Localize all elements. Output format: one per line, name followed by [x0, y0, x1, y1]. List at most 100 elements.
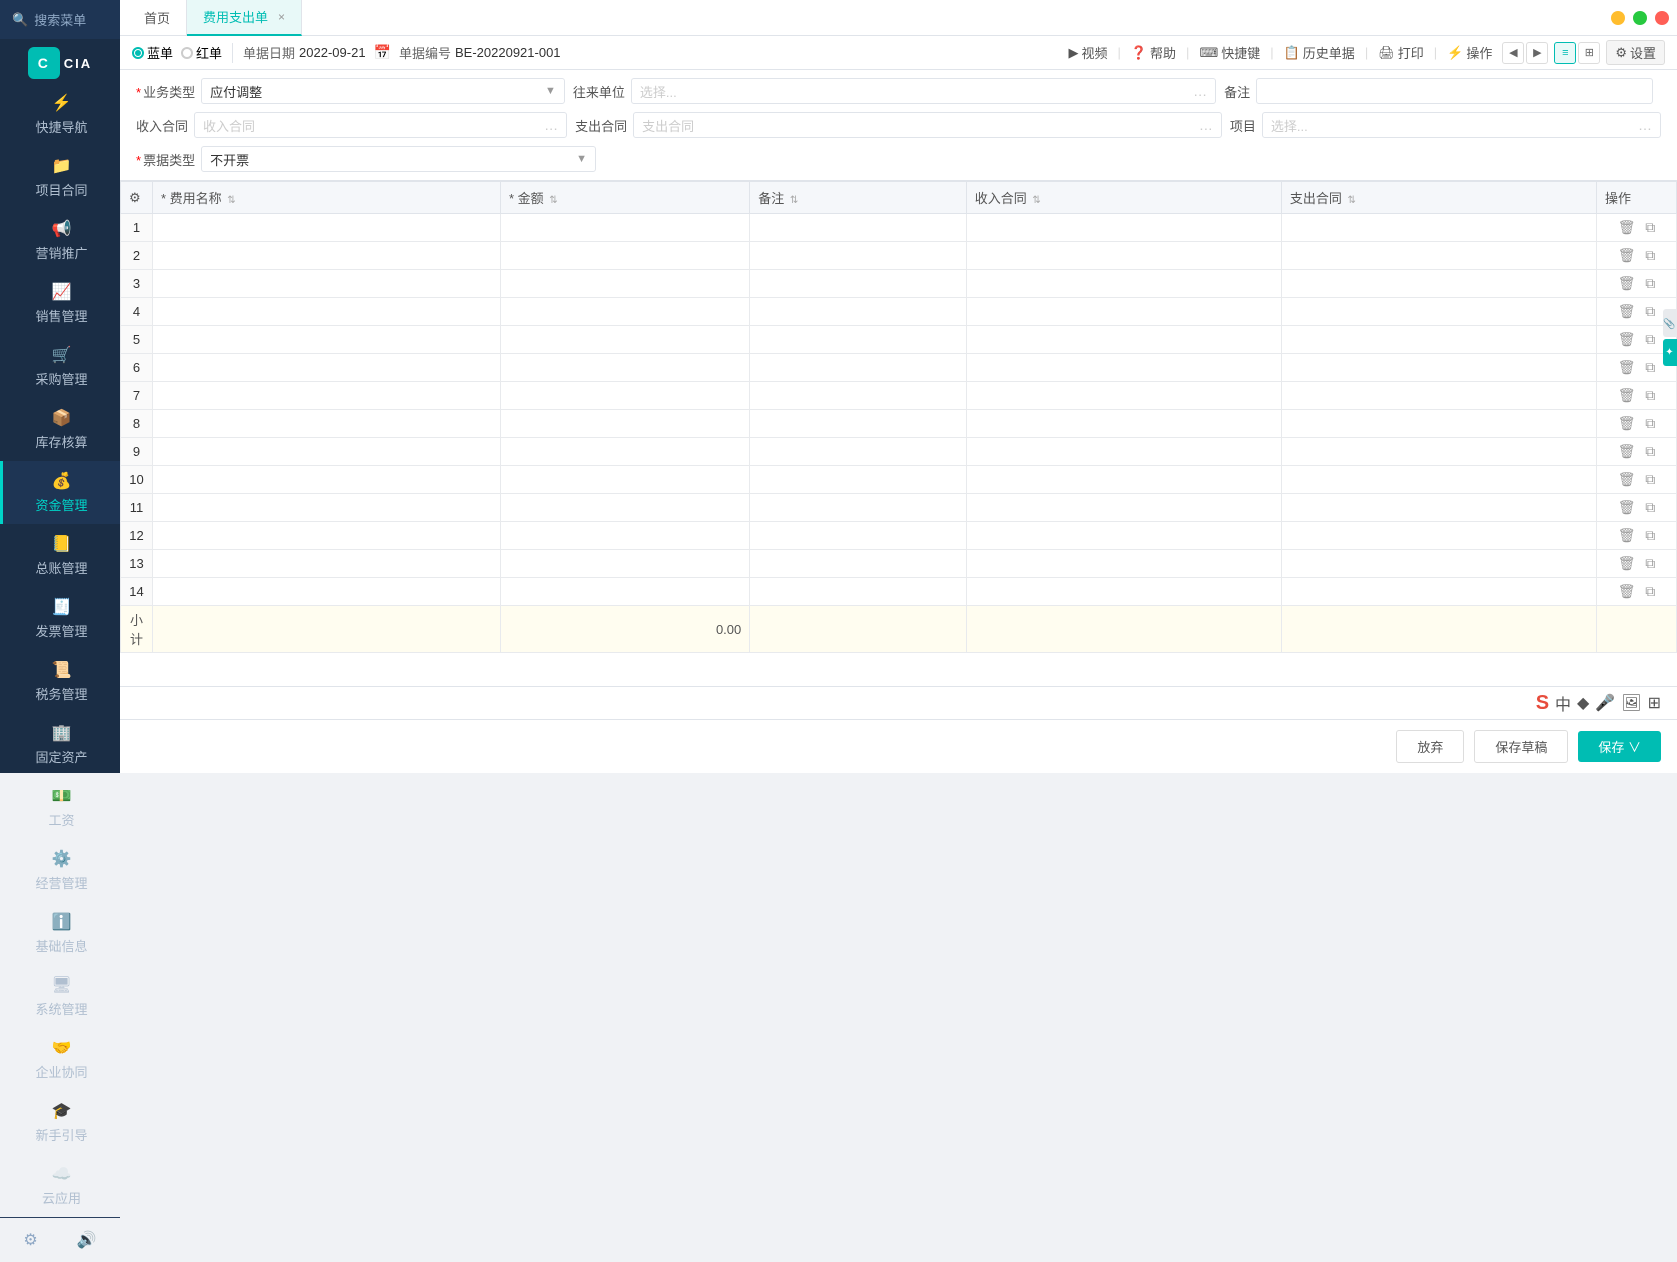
- sidebar-search[interactable]: 🔍 搜索菜单: [0, 0, 120, 39]
- cell-expense-contract[interactable]: [1281, 578, 1596, 606]
- date-value[interactable]: 2022-09-21: [299, 45, 366, 60]
- delete-row-icon[interactable]: 🗑: [1618, 387, 1636, 404]
- sidebar-item-basic[interactable]: ℹ️ 基础信息: [0, 902, 120, 965]
- float-green-btn[interactable]: ✦: [1663, 339, 1677, 366]
- copy-row-icon[interactable]: ⧉: [1645, 555, 1655, 572]
- cell-income-contract[interactable]: [966, 382, 1281, 410]
- cell-amount[interactable]: [500, 410, 749, 438]
- radio-blue[interactable]: 蓝单: [132, 43, 173, 62]
- cell-amount[interactable]: [500, 466, 749, 494]
- cell-remark[interactable]: [750, 354, 966, 382]
- sidebar-item-salary[interactable]: 💵 工资: [0, 776, 120, 839]
- sidebar-item-system[interactable]: 🖥 系统管理: [0, 965, 120, 1028]
- delete-row-icon[interactable]: 🗑: [1618, 527, 1636, 544]
- income-contract-dots-icon[interactable]: …: [544, 117, 558, 133]
- discard-button[interactable]: 放弃: [1396, 730, 1464, 763]
- cell-remark[interactable]: [750, 410, 966, 438]
- cell-expense-contract[interactable]: [1281, 214, 1596, 242]
- cell-income-contract[interactable]: [966, 298, 1281, 326]
- sidebar-item-sales[interactable]: 📈 销售管理: [0, 272, 120, 335]
- cell-income-contract[interactable]: [966, 410, 1281, 438]
- cell-expense-name[interactable]: [153, 578, 501, 606]
- cell-income-contract[interactable]: [966, 494, 1281, 522]
- cell-remark[interactable]: [750, 298, 966, 326]
- tab-expense-close[interactable]: ×: [278, 10, 285, 24]
- cell-income-contract[interactable]: [966, 522, 1281, 550]
- delete-row-icon[interactable]: 🗑: [1618, 359, 1636, 376]
- delete-row-icon[interactable]: 🗑: [1618, 247, 1636, 264]
- cell-expense-name[interactable]: [153, 242, 501, 270]
- cell-remark[interactable]: [750, 326, 966, 354]
- th-settings[interactable]: ⚙: [121, 182, 153, 214]
- cell-income-contract[interactable]: [966, 550, 1281, 578]
- sidebar-item-assets[interactable]: 🏢 固定资产: [0, 713, 120, 776]
- cell-expense-contract[interactable]: [1281, 270, 1596, 298]
- cell-expense-contract[interactable]: [1281, 382, 1596, 410]
- cell-income-contract[interactable]: [966, 466, 1281, 494]
- sidebar-item-capital[interactable]: 💰 资金管理: [0, 461, 120, 524]
- nav-prev-btn[interactable]: ◀: [1502, 42, 1524, 64]
- cell-expense-contract[interactable]: [1281, 298, 1596, 326]
- copy-row-icon[interactable]: ⧉: [1645, 359, 1655, 376]
- cell-income-contract[interactable]: [966, 438, 1281, 466]
- cell-remark[interactable]: [750, 382, 966, 410]
- delete-row-icon[interactable]: 🗑: [1618, 219, 1636, 236]
- cell-expense-contract[interactable]: [1281, 466, 1596, 494]
- cell-expense-name[interactable]: [153, 214, 501, 242]
- sort-expense-name-icon[interactable]: ⇅: [227, 195, 235, 206]
- cell-amount[interactable]: [500, 522, 749, 550]
- copy-row-icon[interactable]: ⧉: [1645, 247, 1655, 264]
- ops-btn[interactable]: ⚡ 操作: [1443, 41, 1496, 64]
- help-btn[interactable]: ❓ 帮助: [1127, 41, 1180, 64]
- income-contract-input[interactable]: 收入合同 …: [194, 112, 567, 138]
- cell-remark[interactable]: [750, 270, 966, 298]
- project-dots-icon[interactable]: …: [1638, 117, 1652, 133]
- print-btn[interactable]: 🖨 打印: [1374, 41, 1428, 64]
- cell-income-contract[interactable]: [966, 270, 1281, 298]
- copy-row-icon[interactable]: ⧉: [1645, 331, 1655, 348]
- cell-amount[interactable]: [500, 270, 749, 298]
- delete-row-icon[interactable]: 🗑: [1618, 499, 1636, 516]
- save-button[interactable]: 保存 ∨: [1578, 731, 1661, 762]
- brand-grid-icon[interactable]: ⊞: [1648, 693, 1661, 713]
- sidebar-item-project[interactable]: 📁 项目合同: [0, 146, 120, 209]
- cell-remark[interactable]: [750, 522, 966, 550]
- copy-row-icon[interactable]: ⧉: [1645, 527, 1655, 544]
- sidebar-item-ledger[interactable]: 📒 总账管理: [0, 524, 120, 587]
- remark-input[interactable]: [1256, 78, 1653, 104]
- tab-home[interactable]: 首页: [128, 0, 187, 36]
- save-draft-button[interactable]: 保存草稿: [1474, 730, 1568, 763]
- sort-amount-icon[interactable]: ⇅: [549, 195, 557, 206]
- cell-expense-name[interactable]: [153, 550, 501, 578]
- window-min-button[interactable]: [1611, 11, 1625, 25]
- cell-income-contract[interactable]: [966, 354, 1281, 382]
- nav-next-btn[interactable]: ▶: [1526, 42, 1548, 64]
- cell-remark[interactable]: [750, 242, 966, 270]
- cell-amount[interactable]: [500, 298, 749, 326]
- brand-diamond-icon[interactable]: ◆: [1577, 693, 1589, 713]
- expense-contract-dots-icon[interactable]: …: [1199, 117, 1213, 133]
- cell-remark[interactable]: [750, 494, 966, 522]
- cell-amount[interactable]: [500, 438, 749, 466]
- copy-row-icon[interactable]: ⧉: [1645, 303, 1655, 320]
- settings-button[interactable]: ⚙ 设置: [1606, 40, 1665, 65]
- copy-row-icon[interactable]: ⧉: [1645, 387, 1655, 404]
- cell-expense-contract[interactable]: [1281, 550, 1596, 578]
- biz-type-select[interactable]: 应付调整 ▼: [201, 78, 565, 104]
- cell-income-contract[interactable]: [966, 242, 1281, 270]
- th-amount[interactable]: * 金额 ⇅: [500, 182, 749, 214]
- cell-amount[interactable]: [500, 354, 749, 382]
- window-close-button[interactable]: [1655, 11, 1669, 25]
- delete-row-icon[interactable]: 🗑: [1618, 443, 1636, 460]
- cell-expense-contract[interactable]: [1281, 494, 1596, 522]
- copy-row-icon[interactable]: ⧉: [1645, 443, 1655, 460]
- sort-remark-icon[interactable]: ⇅: [790, 195, 798, 206]
- cell-expense-name[interactable]: [153, 410, 501, 438]
- settings-bottom-icon[interactable]: ⚙: [19, 1226, 41, 1254]
- brand-image-icon[interactable]: 🖼: [1621, 693, 1641, 713]
- calendar-icon[interactable]: 📅: [374, 44, 391, 61]
- delete-row-icon[interactable]: 🗑: [1618, 275, 1636, 292]
- delete-row-icon[interactable]: 🗑: [1618, 583, 1636, 600]
- sidebar-item-cloud[interactable]: ☁️ 云应用: [0, 1154, 120, 1217]
- brand-mic-icon[interactable]: 🎤: [1595, 693, 1615, 713]
